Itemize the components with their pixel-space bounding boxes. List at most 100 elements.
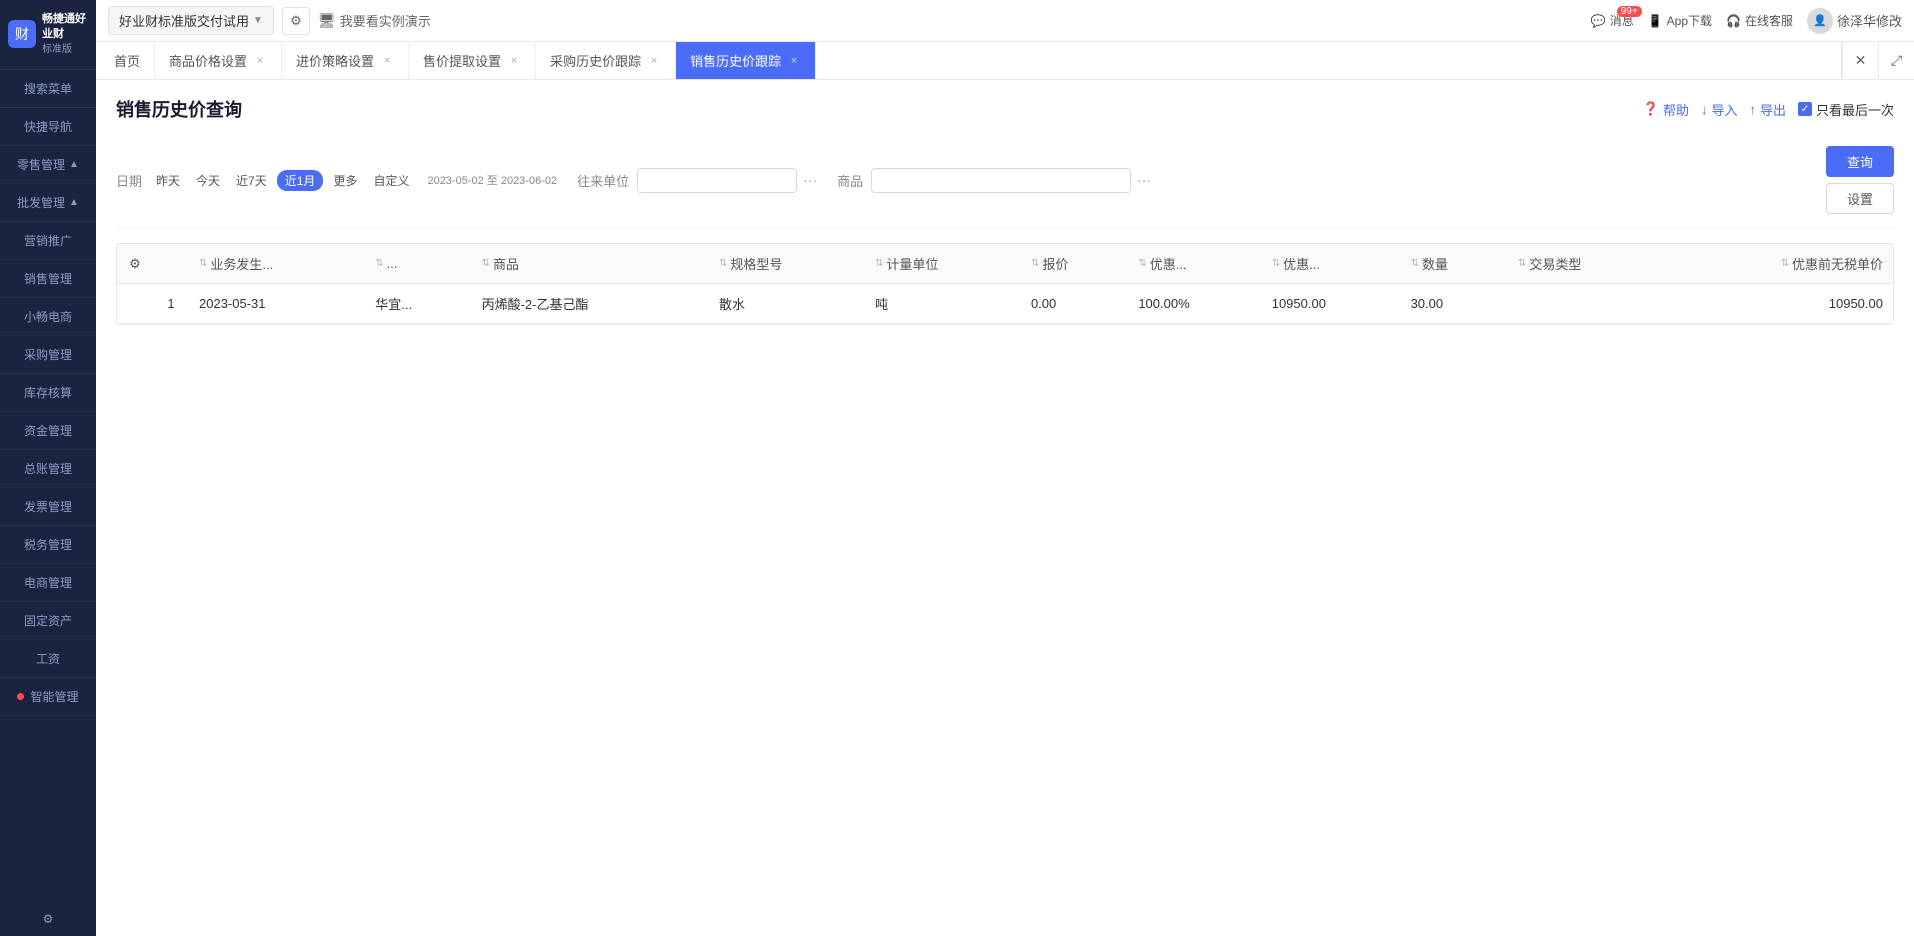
close-icon: ✕ [1855,52,1867,69]
help-label: 帮助 [1663,100,1689,119]
date-opt-today[interactable]: 今天 [190,170,226,191]
th-price-label: 报价 [1042,254,1068,273]
sort-asc-icon-date[interactable]: ⇅ [199,258,207,269]
tab-purchase-strategy[interactable]: 进价策略设置 × [282,42,409,80]
sidebar-item-tax[interactable]: 税务管理 [0,526,96,564]
date-opt-more[interactable]: 更多 [327,170,363,191]
export-btn[interactable]: ↑ 导出 [1749,100,1786,119]
sidebar-item-finance[interactable]: 资金管理 [0,412,96,450]
user-icon: 👤 [1813,14,1827,27]
sidebar-item-sales[interactable]: 销售管理 [0,260,96,298]
settings-button[interactable]: 设置 [1826,183,1894,214]
th-notax-price: ⇅ 优惠前无税单价 [1664,244,1893,284]
tab-purchase-history-close[interactable]: × [647,54,661,68]
import-btn[interactable]: ↓ 导入 [1701,100,1738,119]
sidebar-item-quick-nav[interactable]: 快捷导航 [0,108,96,146]
sidebar-search[interactable]: 搜索菜单 [0,70,96,108]
sidebar-item-inventory[interactable]: 库存核算 [0,374,96,412]
tabbar: 首页 商品价格设置 × 进价策略设置 × 售价提取设置 × 采购历史价跟踪 × … [96,42,1914,80]
sort-icon-qty[interactable]: ⇅ [1411,258,1419,269]
tab-expand-btn[interactable]: ⤢ [1878,42,1914,80]
gear-button[interactable]: ⚙ [282,7,310,35]
tab-price-extract[interactable]: 售价提取设置 × [409,42,536,80]
sidebar-item-smart[interactable]: 智能管理 [0,678,96,716]
sort-icon-product[interactable]: ⇅ [482,258,490,269]
row-discount-amt: 10950.00 [1262,284,1401,324]
demo-label: 我要看实例演示 [340,11,431,30]
sidebar-item-ecommerce-small[interactable]: 小畅电商 [0,298,96,336]
sort-icon-unit[interactable]: ⇅ [875,258,883,269]
tab-sales-history-label: 销售历史价跟踪 [690,51,781,70]
tab-home[interactable]: 首页 [100,42,155,80]
date-opt-last7[interactable]: 近7天 [230,170,273,191]
row-num: 1 [153,284,189,324]
th-unit: ⇅ 计量单位 [865,244,1021,284]
message-btn[interactable]: 💬 99+ 消息 [1591,12,1634,29]
tab-price-settings-label: 商品价格设置 [169,51,247,70]
tab-price-extract-close[interactable]: × [507,54,521,68]
sidebar-item-payroll[interactable]: 工资 [0,640,96,678]
sort-icon-spec[interactable]: ⇅ [719,258,727,269]
user-menu[interactable]: 👤 徐泽华修改 [1807,8,1902,34]
sidebar-item-assets[interactable]: 固定资产 [0,602,96,640]
help-btn[interactable]: ❓ 帮助 [1643,100,1689,119]
sidebar-item-invoice[interactable]: 发票管理 [0,488,96,526]
th-more: ⇅ ... [365,244,471,284]
sidebar: 财 畅捷通好业财 标准版 搜索菜单 快捷导航 零售管理 ▲ 批发管理 ▲ 营销推… [0,0,96,936]
only-last-checkbox[interactable]: ✓ 只看最后一次 [1798,100,1894,119]
tab-sales-history[interactable]: 销售历史价跟踪 × [676,42,816,80]
sidebar-item-wholesale[interactable]: 批发管理 ▲ [0,184,96,222]
tab-sales-history-close[interactable]: × [787,54,801,68]
app-download-label: App下载 [1667,12,1712,29]
tab-price-settings[interactable]: 商品价格设置 × [155,42,282,80]
date-opt-last1m[interactable]: 近1月 [277,170,324,191]
th-discount-amt: ⇅ 优惠... [1262,244,1401,284]
date-opt-yesterday[interactable]: 昨天 [150,170,186,191]
sidebar-quick-nav-label: 快捷导航 [24,118,72,135]
query-button[interactable]: 查询 [1826,146,1894,177]
sort-icon-notax-price[interactable]: ⇅ [1781,258,1789,269]
sidebar-item-ledger[interactable]: 总账管理 [0,450,96,488]
message-icon: 💬 [1591,14,1606,28]
product-dots-btn[interactable]: ··· [1137,172,1151,188]
product-filter-group: 商品 ··· [837,168,1151,193]
avatar: 👤 [1807,8,1833,34]
tab-purchase-strategy-close[interactable]: × [380,54,394,68]
sort-icon-discount-amt[interactable]: ⇅ [1272,258,1280,269]
tab-price-settings-close[interactable]: × [253,54,267,68]
th-qty: ⇅ 数量 [1401,244,1508,284]
message-badge: 99+ [1617,6,1642,17]
sidebar-item-purchase[interactable]: 采购管理 [0,336,96,374]
product-input[interactable] [871,168,1131,193]
tab-home-label: 首页 [114,51,140,70]
sort-icon-trade-type[interactable]: ⇅ [1518,258,1526,269]
tab-purchase-history[interactable]: 采购历史价跟踪 × [536,42,676,80]
version-selector[interactable]: 好业财标准版交付试用 ▼ [108,6,274,35]
sort-icon-price[interactable]: ⇅ [1031,258,1039,269]
assets-label: 固定资产 [24,612,72,629]
demo-link[interactable]: 🖥 我要看实例演示 [318,11,431,30]
online-service-btn[interactable]: 🎧 在线客服 [1726,12,1793,29]
customer-dots-btn[interactable]: ··· [803,172,817,188]
sidebar-item-retail[interactable]: 零售管理 ▲ [0,146,96,184]
sidebar-item-marketing[interactable]: 营销推广 [0,222,96,260]
sidebar-item-ecommerce[interactable]: 电商管理 [0,564,96,602]
import-icon: ↓ [1701,102,1708,117]
sidebar-settings-btn[interactable]: ⚙ [0,902,96,936]
topbar-right: 💬 99+ 消息 📱 App下载 🎧 在线客服 👤 徐泽华修改 [1591,8,1902,34]
gear-icon-th[interactable]: ⚙ [129,256,141,271]
th-more-label: ... [387,256,398,271]
customer-input[interactable] [637,168,797,193]
row-qty: 30.00 [1401,284,1508,324]
tab-close-all-btn[interactable]: ✕ [1842,42,1878,80]
row-spec: 散水 [709,284,865,324]
sort-icon-more[interactable]: ⇅ [375,258,383,269]
date-filter-label: 日期 [116,171,142,190]
settings-icon: ⚙ [43,912,54,926]
filter-bar: 日期 昨天 今天 近7天 近1月 更多 自定义 2023-05-02 至 202… [116,136,1894,229]
sort-icon-discount-pct[interactable]: ⇅ [1138,258,1146,269]
date-opt-custom[interactable]: 自定义 [367,170,415,191]
row-trade-type [1508,284,1664,324]
th-notax-price-label: 优惠前无税单价 [1792,254,1883,273]
app-download-btn[interactable]: 📱 App下载 [1648,12,1712,29]
